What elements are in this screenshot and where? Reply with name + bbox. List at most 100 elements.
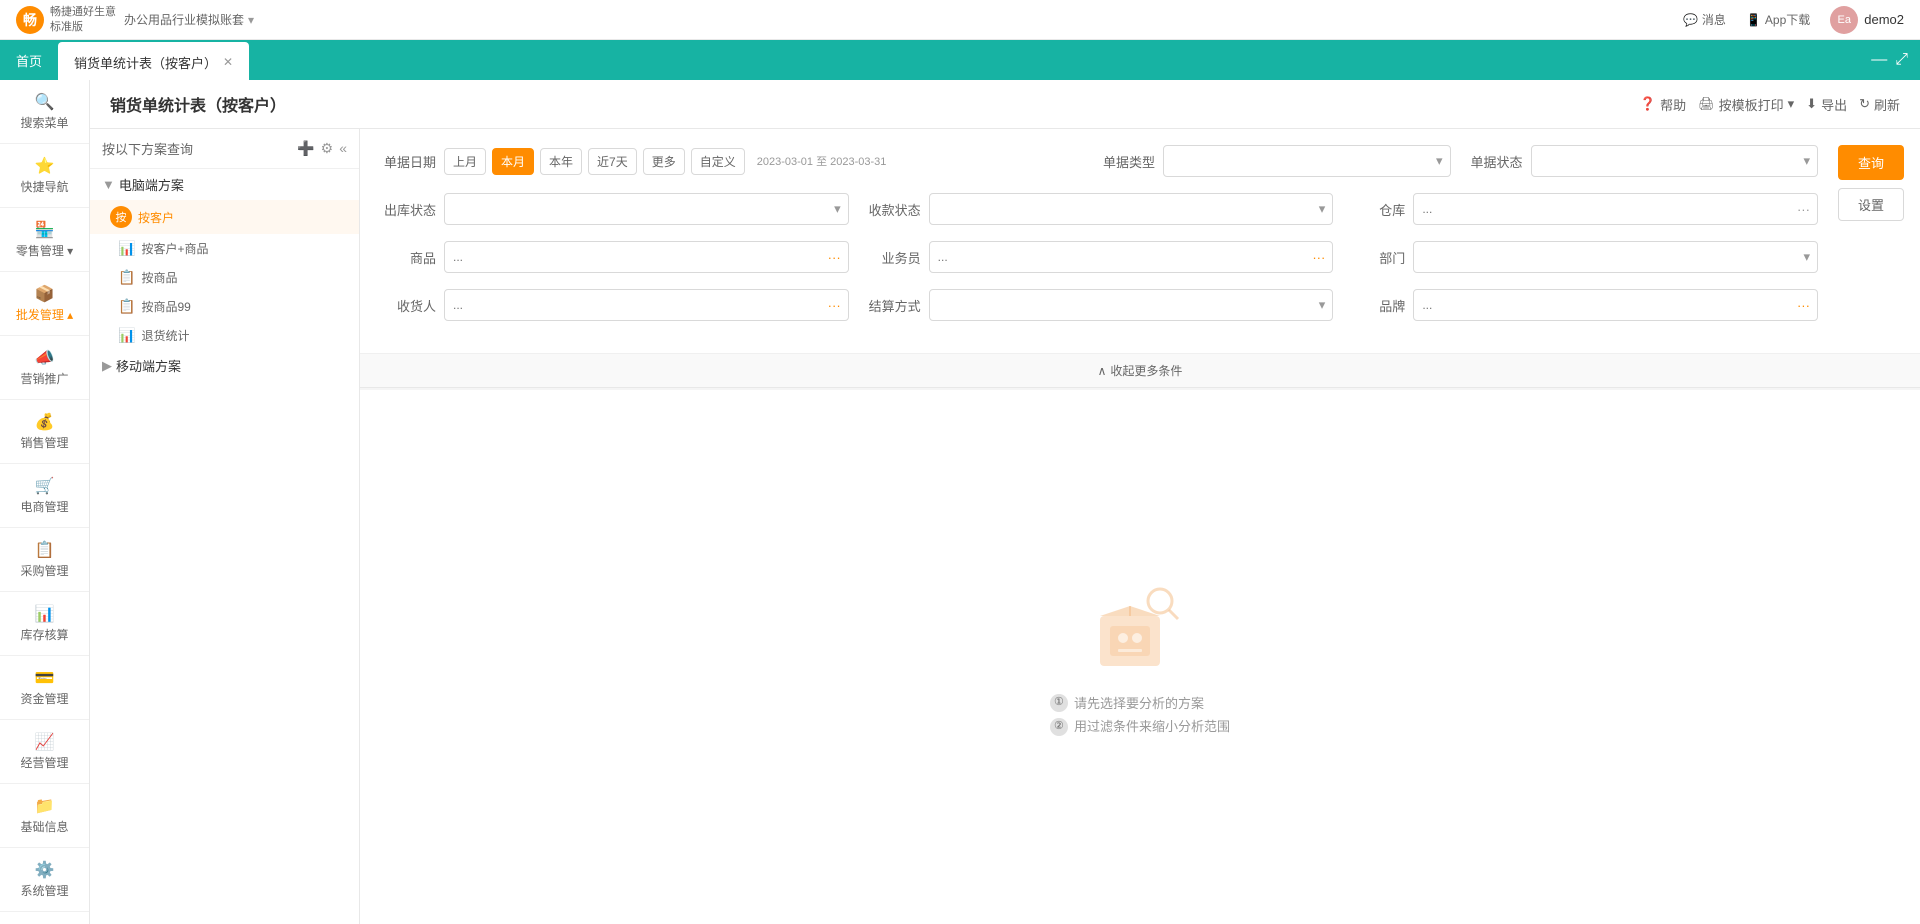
sidebar-item-quick-nav[interactable]: ⭐ 快捷导航 (0, 144, 89, 208)
department-label: 部门 (1349, 248, 1405, 267)
help-button[interactable]: ❓ 帮助 (1640, 95, 1686, 114)
tree-category-label: 移动端方案 (116, 356, 181, 375)
tab-close-icon[interactable]: ✕ (223, 55, 233, 69)
date-btn-last-month[interactable]: 上月 (444, 148, 486, 175)
sidebar-item-label: 电商管理 (4, 498, 85, 515)
inventory-icon: 📊 (4, 604, 85, 624)
home-tab-label: 首页 (16, 51, 42, 70)
sidebar-item-marketing[interactable]: 📣 营销推广 (0, 336, 89, 400)
scheme-add-icon[interactable]: ➕ (297, 140, 314, 157)
tree-item-return-stat[interactable]: 📊 退货统计 (90, 321, 359, 350)
payment-status-input[interactable] (929, 193, 1334, 225)
tab-home[interactable]: 首页 (0, 40, 58, 80)
consignee-input[interactable] (444, 289, 849, 321)
wholesale-mgmt-icon: 📦 (4, 284, 85, 304)
filter-form-wrapper: 单据日期 上月 本月 本年 近7天 更多 自定义 (360, 129, 1920, 353)
brand-label: 品牌 (1349, 296, 1405, 315)
sidebar-item-purchase-mgmt[interactable]: 📋 采购管理 (0, 528, 89, 592)
sidebar-item-operation[interactable]: 📈 经营管理 (0, 720, 89, 784)
sidebar-item-ecom-mgmt[interactable]: 🛒 电商管理 (0, 464, 89, 528)
settlement-input[interactable] (929, 289, 1334, 321)
date-btn-last-7-days[interactable]: 近7天 (588, 148, 637, 175)
ecom-mgmt-icon: 🛒 (4, 476, 85, 496)
sidebar-item-wholesale-mgmt[interactable]: 📦 批发管理 ▴ (0, 272, 89, 336)
product-group: 商品 ··· (380, 241, 849, 273)
settlement-group: 结算方式 ▾ (865, 289, 1334, 321)
out-status-input[interactable] (444, 193, 849, 225)
refresh-button[interactable]: ↻ 刷新 (1859, 95, 1900, 114)
sidebar-item-basic-info[interactable]: 📁 基础信息 (0, 784, 89, 848)
sidebar-item-search-menu[interactable]: 🔍 搜索菜单 (0, 80, 89, 144)
window-maximize-button[interactable]: ⤢ (1895, 51, 1908, 69)
product-ellipsis-icon: ··· (828, 250, 841, 265)
department-input[interactable] (1413, 241, 1818, 273)
template-print-button[interactable]: 🖨 按模板打印 ▾ (1698, 95, 1794, 114)
sidebar-item-label: 零售管理 ▾ (4, 242, 85, 259)
sidebar-item-label: 营销推广 (4, 370, 85, 387)
salesperson-input[interactable] (929, 241, 1334, 273)
date-range-text: 2023-03-01 至 2023-03-31 (757, 153, 887, 169)
date-label: 单据日期 (380, 152, 436, 171)
query-button[interactable]: 查询 (1838, 145, 1904, 180)
sidebar-item-corp-collab[interactable]: 🤝 企业协同 (0, 912, 89, 924)
collapse-icon: ∧ (1098, 364, 1107, 378)
message-button[interactable]: 💬 消息 (1683, 11, 1726, 28)
tree-item-by-product[interactable]: 📋 按商品 (90, 263, 359, 292)
doc-type-select-wrapper: ▾ (1163, 145, 1451, 177)
list-icon: 📋 (118, 269, 135, 286)
settlement-select-wrapper: ▾ (929, 289, 1334, 321)
sidebar-item-label: 资金管理 (4, 690, 85, 707)
app-download-button[interactable]: 📱 App下载 (1746, 11, 1810, 28)
doc-status-input[interactable] (1531, 145, 1819, 177)
scheme-collapse-icon[interactable]: « (339, 140, 347, 157)
doc-type-input[interactable] (1163, 145, 1451, 177)
sidebar-item-label: 批发管理 ▴ (4, 306, 85, 323)
product-input[interactable] (444, 241, 849, 273)
export-button[interactable]: ⬇ 导出 (1806, 95, 1847, 114)
sidebar-item-inventory[interactable]: 📊 库存核算 (0, 592, 89, 656)
sidebar-item-retail-mgmt[interactable]: 🏪 零售管理 ▾ (0, 208, 89, 272)
sidebar: 🔍 搜索菜单 ⭐ 快捷导航 🏪 零售管理 ▾ 📦 批发管理 ▴ 📣 营销推广 💰 (0, 80, 90, 924)
scheme-title: 按以下方案查询 (102, 139, 193, 158)
sidebar-item-finance[interactable]: 💳 资金管理 (0, 656, 89, 720)
window-minimize-button[interactable]: — (1871, 51, 1887, 69)
breadcrumb-dropdown-icon[interactable]: ▾ (248, 13, 254, 27)
date-btn-custom[interactable]: 自定义 (691, 148, 745, 175)
page-title: 销货单统计表（按客户） (110, 92, 286, 116)
brand-select-wrapper: ··· (1413, 289, 1818, 321)
brand-input[interactable] (1413, 289, 1818, 321)
date-btn-this-month[interactable]: 本月 (492, 148, 534, 175)
payment-status-group: 收款状态 ▾ (865, 193, 1334, 225)
tree-item-by-customer[interactable]: 按 按客户 (90, 200, 359, 234)
empty-hints: ① 请先选择要分析的方案 ② 用过滤条件来缩小分析范围 (1050, 692, 1230, 739)
warehouse-input[interactable] (1413, 193, 1818, 225)
finance-icon: 💳 (4, 668, 85, 688)
product-select-wrapper: ··· (444, 241, 849, 273)
tree-category-mobile[interactable]: ▶ 移动端方案 (90, 350, 359, 381)
collapse-bar[interactable]: ∧ 收起更多条件 (360, 353, 1920, 387)
retail-mgmt-icon: 🏪 (4, 220, 85, 240)
consignee-select-wrapper: ··· (444, 289, 849, 321)
tree-item-by-product-99[interactable]: 📋 按商品99 (90, 292, 359, 321)
doc-status-group: 单据状态 ▾ (1467, 145, 1819, 177)
date-btn-more[interactable]: 更多 (643, 148, 685, 175)
doc-status-select-wrapper: ▾ (1531, 145, 1819, 177)
purchase-mgmt-icon: 📋 (4, 540, 85, 560)
date-btn-this-year[interactable]: 本年 (540, 148, 582, 175)
department-select-wrapper: ▾ (1413, 241, 1818, 273)
empty-hint-1: ① 请先选择要分析的方案 (1050, 692, 1230, 715)
refresh-icon: ↻ (1859, 96, 1870, 112)
user-profile[interactable]: Ea demo2 (1830, 6, 1904, 34)
sidebar-item-system-mgmt[interactable]: ⚙️ 系统管理 (0, 848, 89, 912)
scheme-settings-icon[interactable]: ⚙ (321, 140, 334, 157)
warehouse-select-wrapper: ··· (1413, 193, 1818, 225)
tree-item-by-customer-product[interactable]: 📊 按客户+商品 (90, 234, 359, 263)
tree-category-pc[interactable]: ▼ 电脑端方案 (90, 169, 359, 200)
settings-button[interactable]: 设置 (1838, 188, 1904, 221)
tab-bar-actions: — ⤢ (1871, 51, 1920, 69)
tab-sales-stat[interactable]: 销货单统计表（按客户） ✕ (58, 42, 249, 82)
sidebar-item-sales-mgmt[interactable]: 💰 销售管理 (0, 400, 89, 464)
sidebar-item-label: 经营管理 (4, 754, 85, 771)
content-area: 销货单统计表（按客户） ❓ 帮助 🖨 按模板打印 ▾ ⬇ 导出 (90, 80, 1920, 924)
quick-nav-icon: ⭐ (4, 156, 85, 176)
